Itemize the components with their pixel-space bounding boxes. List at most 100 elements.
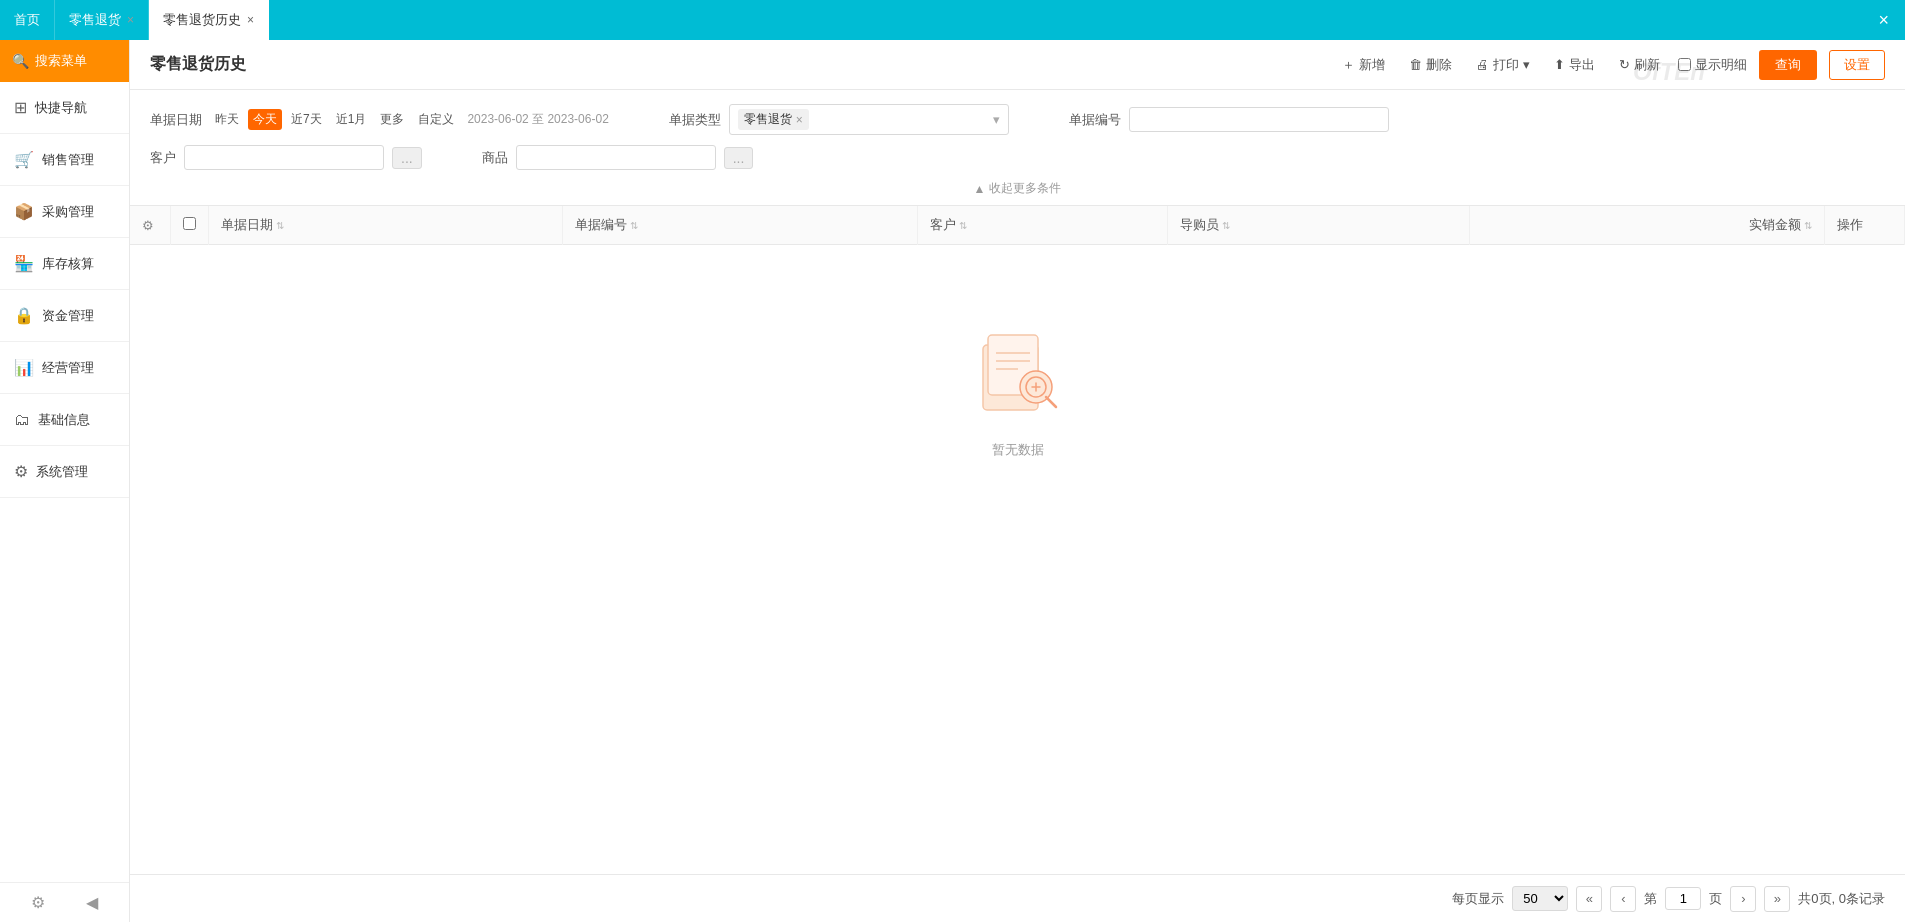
refresh-label: 刷新	[1634, 56, 1660, 74]
new-icon: ＋	[1342, 56, 1355, 74]
main-table: ⚙ 单据日期 ⇅ 单据编号	[130, 206, 1905, 245]
tab-home-label: 首页	[14, 11, 40, 29]
prev-page-button[interactable]: ‹	[1610, 886, 1636, 912]
tab-retail-return-history[interactable]: 零售退货历史 ×	[149, 0, 269, 40]
sales-icon: 🛒	[14, 150, 34, 169]
page-number-input[interactable]	[1665, 887, 1701, 910]
bill-type-chevron-icon: ▾	[993, 112, 1000, 127]
sidebar-item-sales-mgmt[interactable]: 🛒 销售管理	[0, 134, 129, 186]
settings-icon[interactable]: ⚙	[142, 218, 154, 233]
header-actions: ＋ 新增 🗑 删除 🖨 打印 ▾ ⬆ 导出 ↻ 刷新	[1336, 50, 1885, 80]
sidebar-item-inventory[interactable]: 🏪 库存核算	[0, 238, 129, 290]
quick-nav-icon: ⊞	[14, 98, 27, 117]
date-range-text: 2023-06-02 至 2023-06-02	[467, 111, 608, 128]
date-option-more[interactable]: 更多	[375, 109, 409, 130]
display-detail-input[interactable]	[1678, 58, 1691, 71]
tab-retail-return-close[interactable]: ×	[127, 13, 134, 27]
th-actions: 操作	[1825, 206, 1905, 245]
page-unit: 页	[1709, 890, 1722, 908]
th-customer[interactable]: 客户 ⇅	[917, 206, 1167, 245]
collapse-label: 收起更多条件	[989, 180, 1061, 197]
refresh-icon: ↻	[1619, 57, 1630, 72]
date-option-custom[interactable]: 自定义	[413, 109, 459, 130]
sidebar-item-finance-label: 资金管理	[42, 307, 94, 325]
th-guide[interactable]: 导购员 ⇅	[1167, 206, 1469, 245]
print-button[interactable]: 🖨 打印 ▾	[1470, 52, 1536, 78]
print-label: 打印	[1493, 56, 1519, 74]
first-page-button[interactable]: «	[1576, 886, 1602, 912]
select-all-checkbox[interactable]	[183, 217, 196, 230]
tab-retail-return-label: 零售退货	[69, 11, 121, 29]
date-filter: 单据日期 昨天 今天 近7天 近1月 更多 自定义 2023-06-02 至 2…	[150, 109, 609, 130]
next-page-button[interactable]: ›	[1730, 886, 1756, 912]
query-button[interactable]: 查询	[1759, 50, 1817, 80]
page-header: 零售退货历史 ＋ 新增 🗑 删除 🖨 打印 ▾ ⬆ 导出	[130, 40, 1905, 90]
goods-input[interactable]	[516, 145, 716, 170]
bill-type-tag-close[interactable]: ×	[796, 113, 803, 127]
export-button[interactable]: ⬆ 导出	[1548, 52, 1601, 78]
page-label: 第	[1644, 890, 1657, 908]
sidebar-menu: ⊞ 快捷导航 🛒 销售管理 📦 采购管理 🏪 库存核算 🔒 资金管理 📊	[0, 82, 129, 882]
th-settings[interactable]: ⚙	[130, 206, 170, 245]
tab-retail-return-history-close[interactable]: ×	[247, 13, 254, 27]
bill-no-filter: 单据编号	[1069, 107, 1389, 132]
search-icon: 🔍	[12, 53, 29, 69]
top-bar: 首页 零售退货 × 零售退货历史 × ×	[0, 0, 1905, 40]
sidebar-item-finance[interactable]: 🔒 资金管理	[0, 290, 129, 342]
basic-info-icon: 🗂	[14, 411, 30, 429]
bill-no-input[interactable]	[1129, 107, 1389, 132]
table-container: ⚙ 单据日期 ⇅ 单据编号	[130, 206, 1905, 874]
date-option-today[interactable]: 今天	[248, 109, 282, 130]
delete-button[interactable]: 🗑 删除	[1403, 52, 1458, 78]
th-bill-date[interactable]: 单据日期 ⇅	[208, 206, 563, 245]
sidebar-item-quick-nav[interactable]: ⊞ 快捷导航	[0, 82, 129, 134]
th-customer-label: 客户	[930, 216, 956, 234]
svg-line-6	[1046, 397, 1056, 407]
collapse-button[interactable]: ▲ 收起更多条件	[974, 180, 1062, 197]
tab-retail-return[interactable]: 零售退货 ×	[55, 0, 149, 40]
sidebar-item-purchase-label: 采购管理	[42, 203, 94, 221]
print-chevron-icon: ▾	[1523, 57, 1530, 72]
table-header-row: ⚙ 单据日期 ⇅ 单据编号	[130, 206, 1905, 245]
new-button[interactable]: ＋ 新增	[1336, 52, 1391, 78]
sidebar-item-operations[interactable]: 📊 经营管理	[0, 342, 129, 394]
empty-icon	[968, 325, 1068, 425]
customer-ellipsis-button[interactable]: ...	[392, 147, 422, 169]
tab-retail-return-history-label: 零售退货历史	[163, 11, 241, 29]
date-option-last7[interactable]: 近7天	[286, 109, 327, 130]
export-label: 导出	[1569, 56, 1595, 74]
table-header: ⚙ 单据日期 ⇅ 单据编号	[130, 206, 1905, 245]
sidebar-settings-button[interactable]: ⚙	[31, 893, 45, 912]
sidebar-item-basic-info[interactable]: 🗂 基础信息	[0, 394, 129, 446]
sidebar-item-sales-label: 销售管理	[42, 151, 94, 169]
bill-no-label: 单据编号	[1069, 111, 1121, 129]
customer-input[interactable]	[184, 145, 384, 170]
last-page-button[interactable]: »	[1764, 886, 1790, 912]
bill-type-select[interactable]: 零售退货 × ▾	[729, 104, 1009, 135]
goods-ellipsis-button[interactable]: ...	[724, 147, 754, 169]
inventory-icon: 🏪	[14, 254, 34, 273]
date-option-last1m[interactable]: 近1月	[331, 109, 372, 130]
sidebar-search-label: 搜索菜单	[35, 52, 87, 70]
refresh-button[interactable]: ↻ 刷新	[1613, 52, 1666, 78]
display-detail-checkbox[interactable]: 显示明细	[1678, 56, 1747, 74]
print-icon: 🖨	[1476, 57, 1489, 72]
page-size-select[interactable]: 50 100 200	[1512, 886, 1568, 911]
delete-label: 删除	[1426, 56, 1452, 74]
system-icon: ⚙	[14, 462, 28, 481]
bill-type-tag: 零售退货 ×	[738, 109, 809, 130]
settings-button[interactable]: 设置	[1829, 50, 1885, 80]
th-bill-no[interactable]: 单据编号 ⇅	[563, 206, 918, 245]
sidebar-search[interactable]: 🔍 搜索菜单	[0, 40, 129, 82]
tab-home[interactable]: 首页	[0, 0, 55, 40]
customer-filter-label: 客户	[150, 149, 176, 167]
th-amount[interactable]: 实销金额 ⇅	[1470, 206, 1825, 245]
th-bill-date-label: 单据日期	[221, 216, 273, 234]
sidebar-item-system-mgmt[interactable]: ⚙ 系统管理	[0, 446, 129, 498]
top-close-button[interactable]: ×	[1878, 10, 1889, 31]
new-label: 新增	[1359, 56, 1385, 74]
sidebar-item-purchase-mgmt[interactable]: 📦 采购管理	[0, 186, 129, 238]
page-size-label: 每页显示	[1452, 890, 1504, 908]
sidebar-collapse-button[interactable]: ◀	[86, 893, 98, 912]
date-option-yesterday[interactable]: 昨天	[210, 109, 244, 130]
